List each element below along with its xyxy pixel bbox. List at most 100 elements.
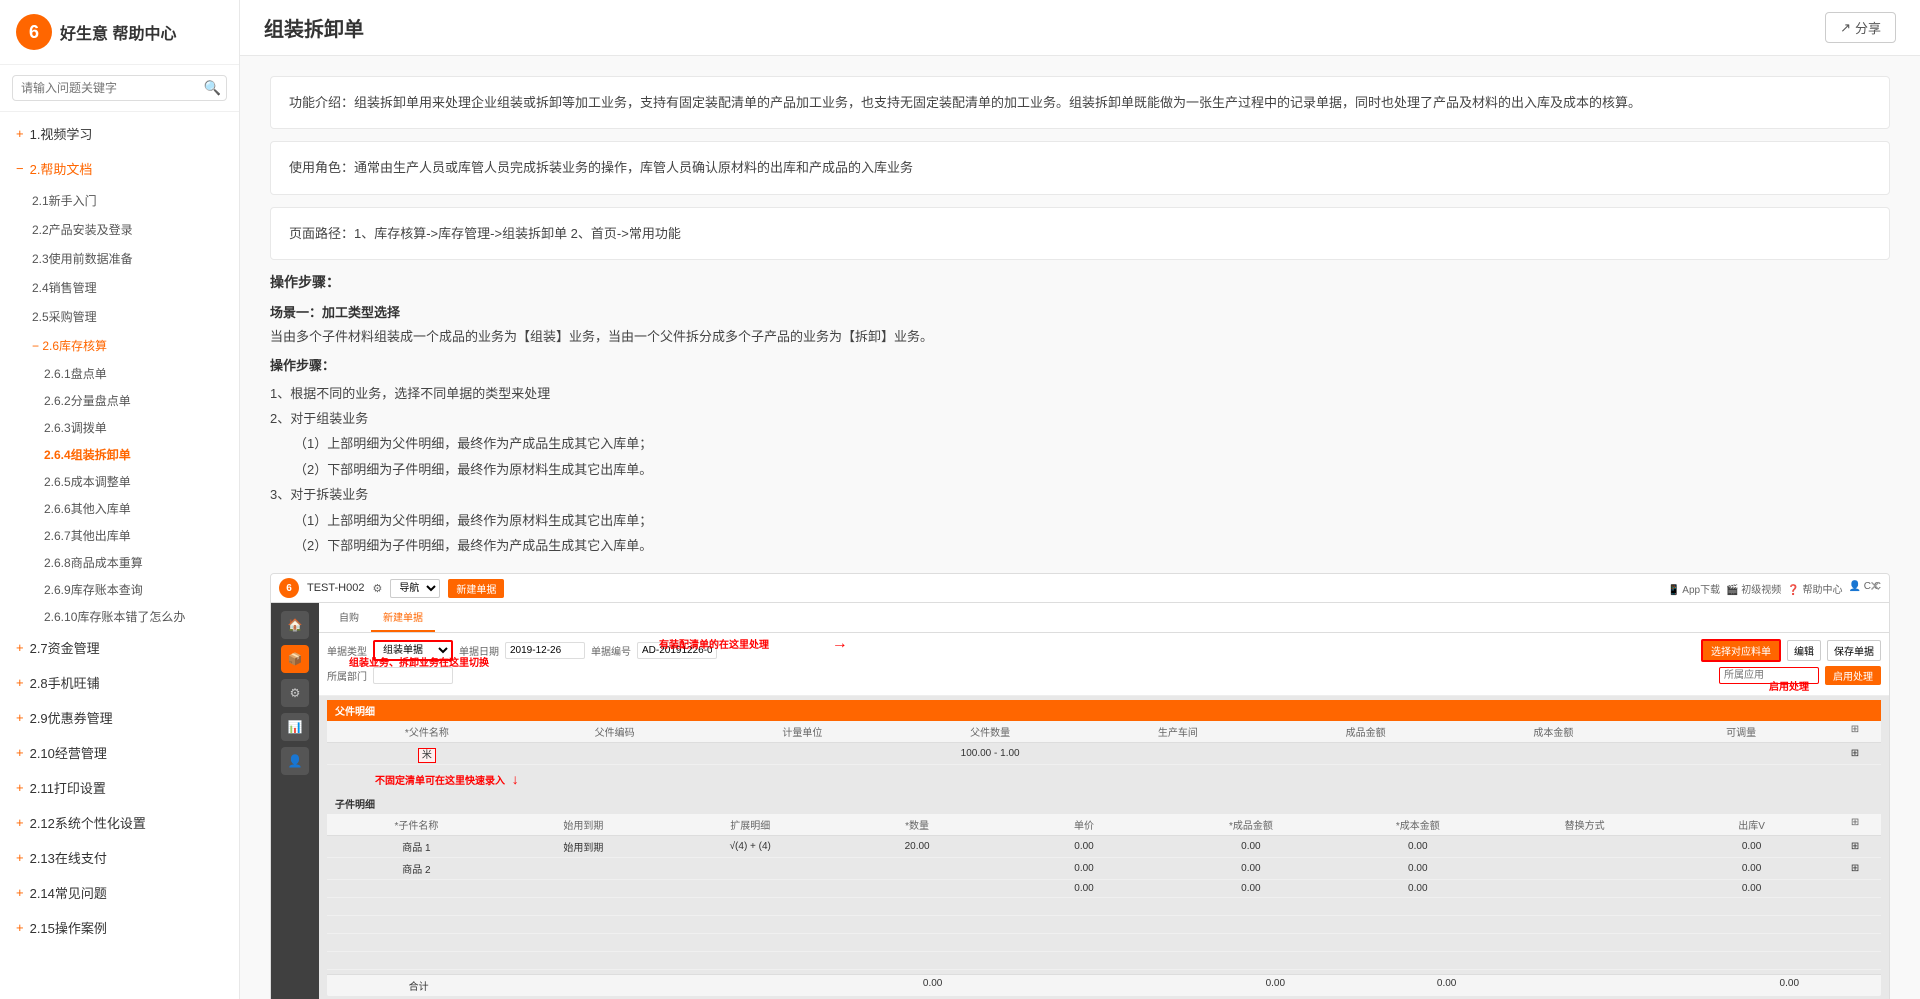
mock-col-cost: 成本金额 — [1460, 724, 1648, 739]
mock-lr1-detail: √(4) + (4) — [667, 841, 834, 852]
role-text: 使用角色：通常由生产人员或库管人员完成拆装业务的操作，库管人员确认原材料的出库和… — [289, 160, 913, 175]
mock-form-row1: 单据类型 组装单据 拆卸单据 单据日期 单据编号 选择对应料单 — [327, 639, 1881, 662]
mock-dept-input[interactable] — [373, 667, 453, 684]
sidebar-item-system[interactable]: + 2.12系统个性化设置 — [0, 805, 239, 840]
search-button[interactable]: 🔍 — [204, 80, 221, 97]
mock-lower-row2: 商品 2 0.00 0.00 0.00 0.00 ⊞ — [327, 858, 1881, 880]
sidebar-item-purchase[interactable]: 2.5采购管理 — [0, 302, 239, 331]
sidebar-item-mobile[interactable]: + 2.8手机旺铺 — [0, 665, 239, 700]
sidebar-item-inventory-label: 2.6库存核算 — [42, 339, 107, 353]
mock-settings-icon: ⚙ — [372, 582, 382, 595]
sidebar-item-cost-recalc[interactable]: 2.6.8商品成本重算 — [0, 549, 239, 576]
mock-sidebar-user[interactable]: 👤 — [281, 747, 309, 775]
step2: 2、对于组装业务 — [270, 407, 1890, 430]
mock-lr1-cost: 0.00 — [1334, 841, 1501, 852]
mock-lower-row6 — [327, 934, 1881, 952]
sidebar-item-coupon[interactable]: + 2.9优惠券管理 — [0, 700, 239, 735]
mock-lower-col-stock: 出库V — [1668, 817, 1835, 832]
steps-section: 操作步骤： 场景一：加工类型选择 当由多个子件材料组装成一个成品的业务为【组装】… — [270, 272, 1890, 557]
role-box: 使用角色：通常由生产人员或库管人员完成拆装业务的操作，库管人员确认原材料的出库和… — [270, 141, 1890, 194]
mock-row1-name: 米 — [333, 746, 521, 761]
mock-col-code: 父件编码 — [521, 724, 709, 739]
mock-form-row2: 所属部门 启用处理 — [327, 666, 1881, 685]
sidebar-item-other-in[interactable]: 2.6.6其他入库单 — [0, 495, 239, 522]
sidebar-item-faq[interactable]: + 2.14常见问题 — [0, 875, 239, 910]
share-icon: ↗ — [1840, 20, 1851, 36]
mock-close-icon[interactable]: ✕ — [1869, 578, 1881, 595]
mock-topbar: 6 TEST-H002 ⚙ 导航 新建单据 📱 App下载 🎬 初级视频 ❓ 帮… — [271, 574, 1889, 603]
mock-main-area: 自购 新建单据 单据类型 组装单据 拆卸单据 单据日期 — [319, 603, 1889, 999]
step3: 3、对于拆装业务 — [270, 483, 1890, 506]
mock-col-amount: 成品金额 — [1272, 724, 1460, 739]
mock-lr1-name: 商品 1 — [333, 839, 500, 854]
mock-sidebar-inventory[interactable]: 📦 — [281, 645, 309, 673]
sidebar-item-video[interactable]: + 1.视频学习 — [0, 116, 239, 151]
mock-lr1-action[interactable]: ⊞ — [1835, 841, 1875, 852]
sidebar-item-inv-wrong[interactable]: 2.6.10库存账本错了怎么办 — [0, 603, 239, 630]
mock-footer: 合计 0.00 0.00 0.00 0.00 — [327, 974, 1881, 996]
mock-lower-header: 子件明细 — [327, 793, 1881, 814]
mock-lower-col-cost: *成本金额 — [1334, 817, 1501, 832]
mock-sidebar-settings[interactable]: ⚙ — [281, 679, 309, 707]
sidebar-item-inventory[interactable]: − 2.6库存核算 — [0, 331, 239, 360]
sidebar-item-finance[interactable]: + 2.7资金管理 — [0, 630, 239, 665]
mock-tab-self[interactable]: 自购 — [327, 603, 371, 632]
mock-upper-header: 父件明细 — [327, 700, 1881, 721]
search-input[interactable] — [12, 75, 227, 101]
step2-sub1: （1）上部明细为父件明细，最终作为产成品生成其它入库单； — [294, 432, 1890, 455]
sidebar-item-other-out[interactable]: 2.6.7其他出库单 — [0, 522, 239, 549]
sidebar-item-print[interactable]: + 2.11打印设置 — [0, 770, 239, 805]
plus-icon-f: + — [16, 640, 24, 655]
mock-row1-action[interactable]: ⊞ — [1835, 748, 1875, 759]
plus-icon-op: + — [16, 850, 24, 865]
mock-date-input[interactable] — [505, 642, 585, 659]
mock-body: 🏠 📦 ⚙ 📊 👤 自购 新建单据 — [271, 603, 1889, 999]
mock-bill-label: 单据编号 — [591, 643, 631, 658]
mock-form-area: 单据类型 组装单据 拆卸单据 单据日期 单据编号 选择对应料单 — [319, 633, 1889, 696]
mock-row1-qty: 100.00 - 1.00 — [896, 748, 1084, 759]
mock-footer-cost: 0.00 — [1361, 978, 1532, 993]
mock-save-btn[interactable]: 保存单据 — [1827, 640, 1881, 661]
sidebar-item-online-pay-label: 2.13在线支付 — [30, 848, 107, 867]
sidebar-item-cases[interactable]: + 2.15操作案例 — [0, 910, 239, 945]
screenshot-container: 6 TEST-H002 ⚙ 导航 新建单据 📱 App下载 🎬 初级视频 ❓ 帮… — [270, 573, 1890, 999]
mock-new-btn[interactable]: 新建单据 — [448, 579, 504, 598]
mock-lower-col-qty: *数量 — [834, 817, 1001, 832]
mock-footer-stock: 0.00 — [1704, 978, 1875, 993]
sidebar-item-help[interactable]: − 2.帮助文档 — [0, 151, 239, 186]
sidebar-item-adjust[interactable]: 2.6.3调拨单 — [0, 414, 239, 441]
sidebar: 6 好生意 帮助中心 🔍 + 1.视频学习 − 2.帮助文档 2.1新手入门 2… — [0, 0, 240, 999]
mock-lr1-qty: 20.00 — [834, 841, 1001, 852]
step3-sub: （1）上部明细为父件明细，最终作为原材料生成其它出库单； （2）下部明细为子件明… — [270, 509, 1890, 558]
mock-lr3-amount: 0.00 — [1167, 883, 1334, 894]
mock-lower-row5 — [327, 916, 1881, 934]
sidebar-item-cost-adjust[interactable]: 2.6.5成本调整单 — [0, 468, 239, 495]
mock-enable-btn[interactable]: 启用处理 — [1825, 666, 1881, 685]
mock-lr2-amount: 0.00 — [1167, 863, 1334, 874]
logo-icon: 6 — [16, 14, 52, 50]
sidebar-item-stocktake[interactable]: 2.6.1盘点单 — [0, 360, 239, 387]
main-content: 组装拆卸单 ↗ 分享 功能介绍：组装拆卸单用来处理企业组装或拆卸等加工业务，支持… — [240, 0, 1920, 999]
sidebar-item-assemble[interactable]: 2.6.4组装拆卸单 — [0, 441, 239, 468]
sidebar-item-sales[interactable]: 2.4销售管理 — [0, 273, 239, 302]
share-button[interactable]: ↗ 分享 — [1825, 12, 1896, 43]
mock-sidebar-report[interactable]: 📊 — [281, 713, 309, 741]
sidebar-item-mobile-label: 2.8手机旺铺 — [30, 673, 100, 692]
sidebar-item-newbie[interactable]: 2.1新手入门 — [0, 186, 239, 215]
mock-tab-new[interactable]: 新建单据 — [371, 603, 435, 632]
sidebar-item-inv-check[interactable]: 2.6.9库存账本查询 — [0, 576, 239, 603]
mock-lr3-stock: 0.00 — [1668, 883, 1835, 894]
sidebar-item-online-pay[interactable]: + 2.13在线支付 — [0, 840, 239, 875]
mock-logo-icon: 6 — [279, 578, 299, 598]
sidebar-item-ops[interactable]: + 2.10经营管理 — [0, 735, 239, 770]
sidebar-item-predata[interactable]: 2.3使用前数据准备 — [0, 244, 239, 273]
mock-sidebar-home[interactable]: 🏠 — [281, 611, 309, 639]
mock-nav-select[interactable]: 导航 — [390, 579, 440, 598]
sidebar-item-split-stocktake[interactable]: 2.6.2分量盘点单 — [0, 387, 239, 414]
mock-lr2-action[interactable]: ⊞ — [1835, 863, 1875, 874]
step3-sub1: （1）上部明细为父件明细，最终作为原材料生成其它出库单； — [294, 509, 1890, 532]
sidebar-item-print-label: 2.11打印设置 — [30, 778, 106, 797]
mock-edit-btn[interactable]: 编辑 — [1787, 640, 1821, 661]
mock-match-btn[interactable]: 选择对应料单 — [1701, 639, 1781, 662]
sidebar-item-install[interactable]: 2.2产品安装及登录 — [0, 215, 239, 244]
